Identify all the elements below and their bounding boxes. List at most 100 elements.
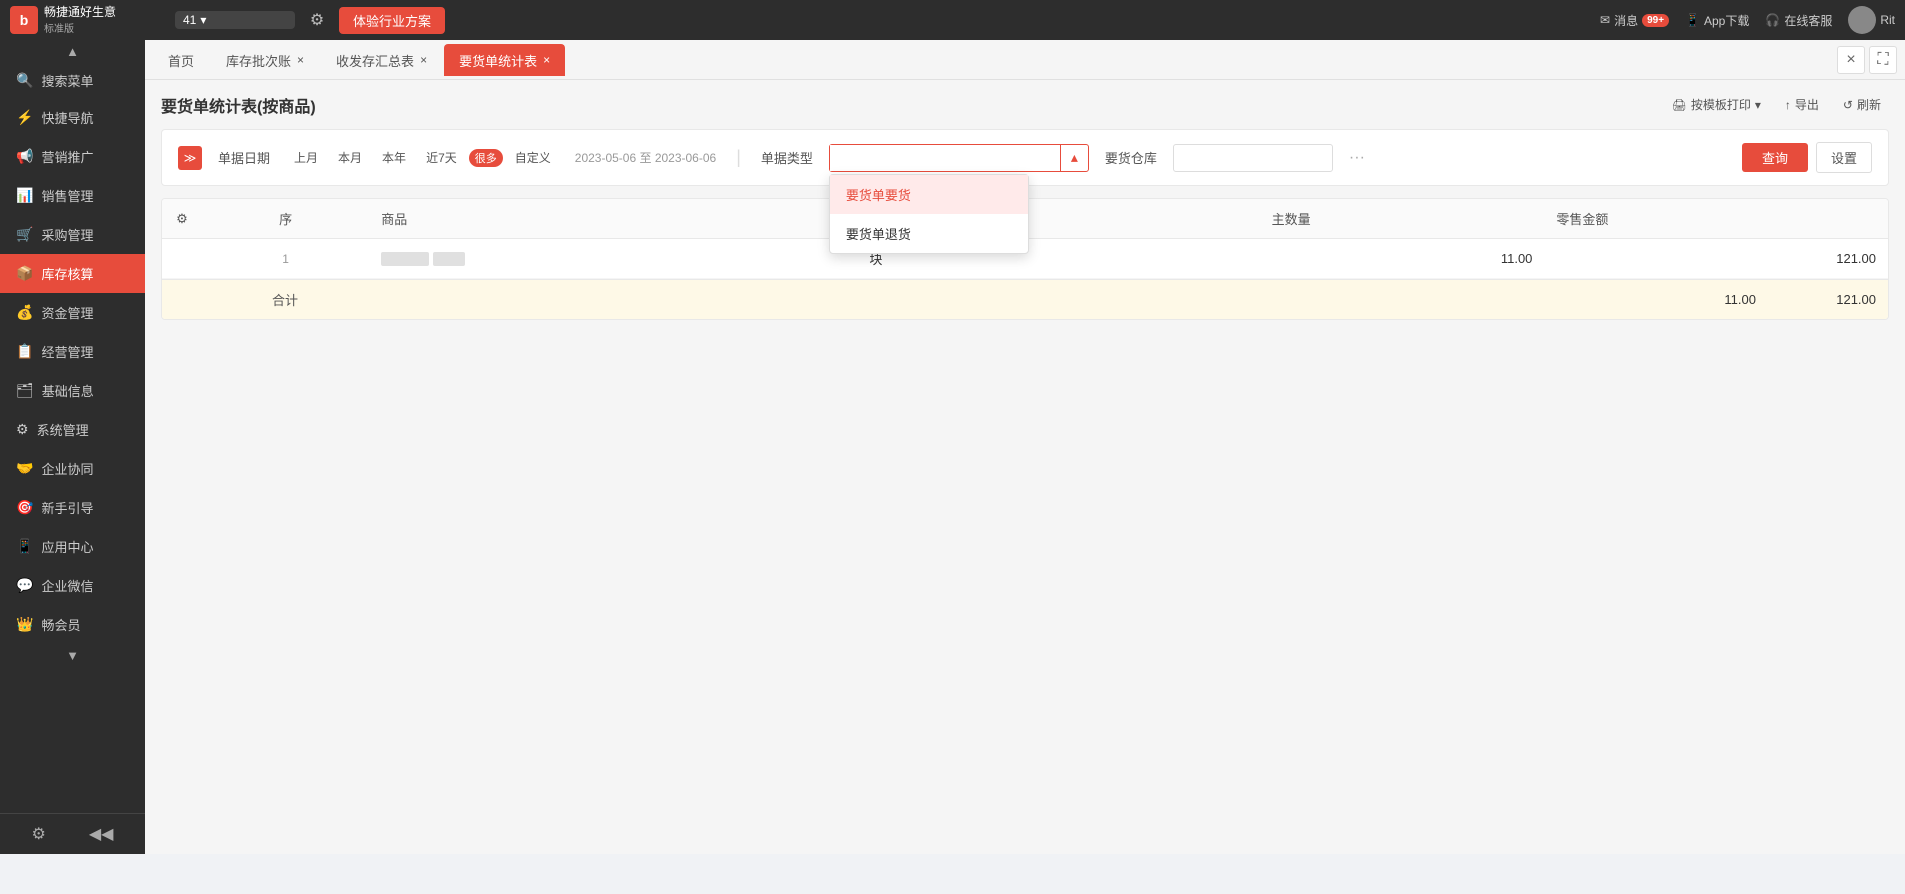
type-filter-container: ▴ 要货单要货 要货单退货 bbox=[829, 144, 1089, 172]
purchase-icon: 🛒 bbox=[16, 226, 33, 243]
app-download-button[interactable]: 📱 App下载 bbox=[1685, 12, 1749, 29]
sidebar-item-wechat[interactable]: 💬 企业微信 bbox=[0, 566, 145, 605]
export-button[interactable]: ↑ 导出 bbox=[1777, 92, 1827, 117]
enterprise-icon: 🤝 bbox=[16, 460, 33, 477]
warehouse-filter-input[interactable] bbox=[1173, 144, 1333, 172]
filter-more-dots[interactable]: ··· bbox=[1349, 149, 1365, 167]
avatar bbox=[1848, 6, 1876, 34]
refresh-label: 刷新 bbox=[1857, 96, 1881, 113]
date-btn-custom[interactable]: 自定义 bbox=[507, 147, 559, 168]
row-amount-cell: 121.00 bbox=[1544, 239, 1888, 279]
store-selector[interactable]: 41 ▾ bbox=[175, 11, 295, 29]
date-btn-this-year[interactable]: 本年 bbox=[374, 147, 414, 168]
tab-collect-summary-close[interactable]: × bbox=[420, 53, 427, 67]
operations-icon: 📋 bbox=[16, 343, 33, 360]
refresh-button[interactable]: ↺ 刷新 bbox=[1835, 92, 1889, 117]
table-col-settings[interactable]: ⚙ bbox=[162, 199, 202, 239]
filter-settings-button[interactable]: 设置 bbox=[1816, 142, 1872, 173]
sidebar-item-member[interactable]: 👑 畅会员 bbox=[0, 605, 145, 644]
tab-order-summary-close[interactable]: × bbox=[543, 53, 550, 67]
header-middle: 41 ▾ ⚙ 体验行业方案 bbox=[155, 6, 1600, 34]
online-service-button[interactable]: 🎧 在线客服 bbox=[1765, 12, 1832, 29]
filter-actions: 查询 设置 bbox=[1742, 142, 1872, 173]
tab-home[interactable]: 首页 bbox=[153, 44, 209, 76]
sidebar-item-marketing[interactable]: 📢 营销推广 bbox=[0, 137, 145, 176]
tab-expand-button[interactable]: ⛶ bbox=[1869, 46, 1897, 74]
logo-icon: b bbox=[10, 6, 38, 34]
sidebar-item-purchase[interactable]: 🛒 采购管理 bbox=[0, 215, 145, 254]
refresh-icon: ↺ bbox=[1843, 98, 1853, 112]
dropdown-item-order-return[interactable]: 要货单退货 bbox=[830, 214, 1028, 253]
sidebar-item-label: 新手引导 bbox=[41, 498, 93, 517]
query-button[interactable]: 查询 bbox=[1742, 143, 1808, 172]
dropdown-item-order-goods[interactable]: 要货单要货 bbox=[830, 175, 1028, 214]
sidebar-collapse-button[interactable]: ◀◀ bbox=[89, 824, 114, 844]
table-col-qty: 主数量 bbox=[1260, 199, 1545, 239]
date-btn-this-month[interactable]: 本月 bbox=[330, 147, 370, 168]
tab-close-all-button[interactable]: × bbox=[1837, 46, 1865, 74]
sidebar-item-label: 库存核算 bbox=[41, 264, 93, 283]
tab-collect-summary[interactable]: 收发存汇总表 × bbox=[321, 44, 442, 76]
sidebar-item-system[interactable]: ⚙ 系统管理 bbox=[0, 410, 145, 449]
type-filter-dropdown: 要货单要货 要货单退货 bbox=[829, 174, 1029, 254]
sidebar-item-operations[interactable]: 📋 经营管理 bbox=[0, 332, 145, 371]
search-icon: 🔍 bbox=[16, 72, 33, 89]
type-filter-text-input[interactable] bbox=[830, 145, 1060, 171]
expand-icon: ⛶ bbox=[1877, 51, 1888, 69]
tab-inventory-batch-close[interactable]: × bbox=[297, 53, 304, 67]
sidebar-item-search[interactable]: 🔍 搜索菜单 bbox=[0, 63, 145, 98]
app-download-label: App下载 bbox=[1704, 12, 1749, 29]
app-center-icon: 📱 bbox=[16, 538, 33, 555]
chevron-down-icon: ▾ bbox=[200, 13, 206, 27]
logo-area: b 畅捷通好生意 标准版 bbox=[10, 5, 155, 36]
print-template-button[interactable]: 🖨 按模板打印 ▾ bbox=[1664, 92, 1769, 117]
tab-inventory-batch[interactable]: 库存批次账 × bbox=[211, 44, 319, 76]
message-badge: 99+ bbox=[1642, 14, 1669, 27]
tab-order-summary-label: 要货单统计表 bbox=[459, 51, 537, 70]
sidebar-item-guide[interactable]: 🎯 新手引导 bbox=[0, 488, 145, 527]
sidebar-item-enterprise[interactable]: 🤝 企业协同 bbox=[0, 449, 145, 488]
sidebar-item-label: 企业微信 bbox=[41, 576, 93, 595]
date-more-badge[interactable]: 很多 bbox=[469, 149, 503, 167]
system-icon: ⚙ bbox=[16, 421, 29, 438]
header-right: ✉ 消息 99+ 📱 App下载 🎧 在线客服 Rit bbox=[1600, 6, 1895, 34]
column-settings-icon[interactable]: ⚙ bbox=[176, 211, 188, 226]
online-service-icon: 🎧 bbox=[1765, 13, 1780, 27]
tab-collect-summary-label: 收发存汇总表 bbox=[336, 51, 414, 70]
sidebar-item-label: 基础信息 bbox=[42, 381, 94, 400]
date-btn-7days[interactable]: 近7天 bbox=[418, 147, 465, 168]
export-icon: ↑ bbox=[1785, 98, 1791, 112]
top-header: b 畅捷通好生意 标准版 41 ▾ ⚙ 体验行业方案 ✉ 消息 99+ 📱 Ap… bbox=[0, 0, 1905, 40]
message-label: 消息 bbox=[1614, 12, 1638, 29]
sidebar-item-quick-nav[interactable]: ⚡ 快捷导航 bbox=[0, 98, 145, 137]
type-filter-input[interactable]: ▴ bbox=[829, 144, 1089, 172]
tab-order-summary[interactable]: 要货单统计表 × bbox=[444, 44, 565, 76]
message-button[interactable]: ✉ 消息 99+ bbox=[1600, 12, 1669, 29]
sidebar-item-sales[interactable]: 📊 销售管理 bbox=[0, 176, 145, 215]
filter-expand-button[interactable]: ≫ bbox=[178, 146, 202, 170]
sidebar: ▲ 🔍 搜索菜单 ⚡ 快捷导航 📢 营销推广 📊 销售管理 🛒 采购管理 📦 库… bbox=[0, 40, 145, 854]
sidebar-scroll-down[interactable]: ▼ bbox=[0, 644, 145, 667]
store-name: 41 bbox=[183, 13, 196, 27]
type-filter-arrow-button[interactable]: ▴ bbox=[1060, 144, 1088, 172]
tabs-right: × ⛶ bbox=[1837, 46, 1897, 74]
row-qty-cell: 11.00 bbox=[1260, 239, 1545, 279]
sidebar-settings-button[interactable]: ⚙ bbox=[32, 824, 46, 844]
summary-label: 合计 bbox=[264, 290, 1476, 309]
sidebar-item-app-center[interactable]: 📱 应用中心 bbox=[0, 527, 145, 566]
sidebar-item-basic-info[interactable]: 🗂 基础信息 bbox=[0, 371, 145, 410]
page-content: 要货单统计表(按商品) 🖨 按模板打印 ▾ ↑ 导出 ↺ 刷新 bbox=[145, 80, 1905, 854]
member-icon: 👑 bbox=[16, 616, 33, 633]
settings-button[interactable]: ⚙ bbox=[303, 6, 331, 34]
sidebar-item-finance[interactable]: 💰 资金管理 bbox=[0, 293, 145, 332]
user-avatar-button[interactable]: Rit bbox=[1848, 6, 1895, 34]
quick-nav-icon: ⚡ bbox=[16, 109, 33, 126]
trial-button[interactable]: 体验行业方案 bbox=[339, 7, 445, 34]
sidebar-scroll-up[interactable]: ▲ bbox=[0, 40, 145, 63]
sidebar-item-inventory[interactable]: 📦 库存核算 bbox=[0, 254, 145, 293]
row-product-cell bbox=[369, 239, 857, 279]
date-btn-last-month[interactable]: 上月 bbox=[286, 147, 326, 168]
sidebar-item-label: 资金管理 bbox=[41, 303, 93, 322]
print-template-label: 按模板打印 bbox=[1691, 96, 1751, 113]
product-name-placeholder bbox=[381, 252, 845, 266]
